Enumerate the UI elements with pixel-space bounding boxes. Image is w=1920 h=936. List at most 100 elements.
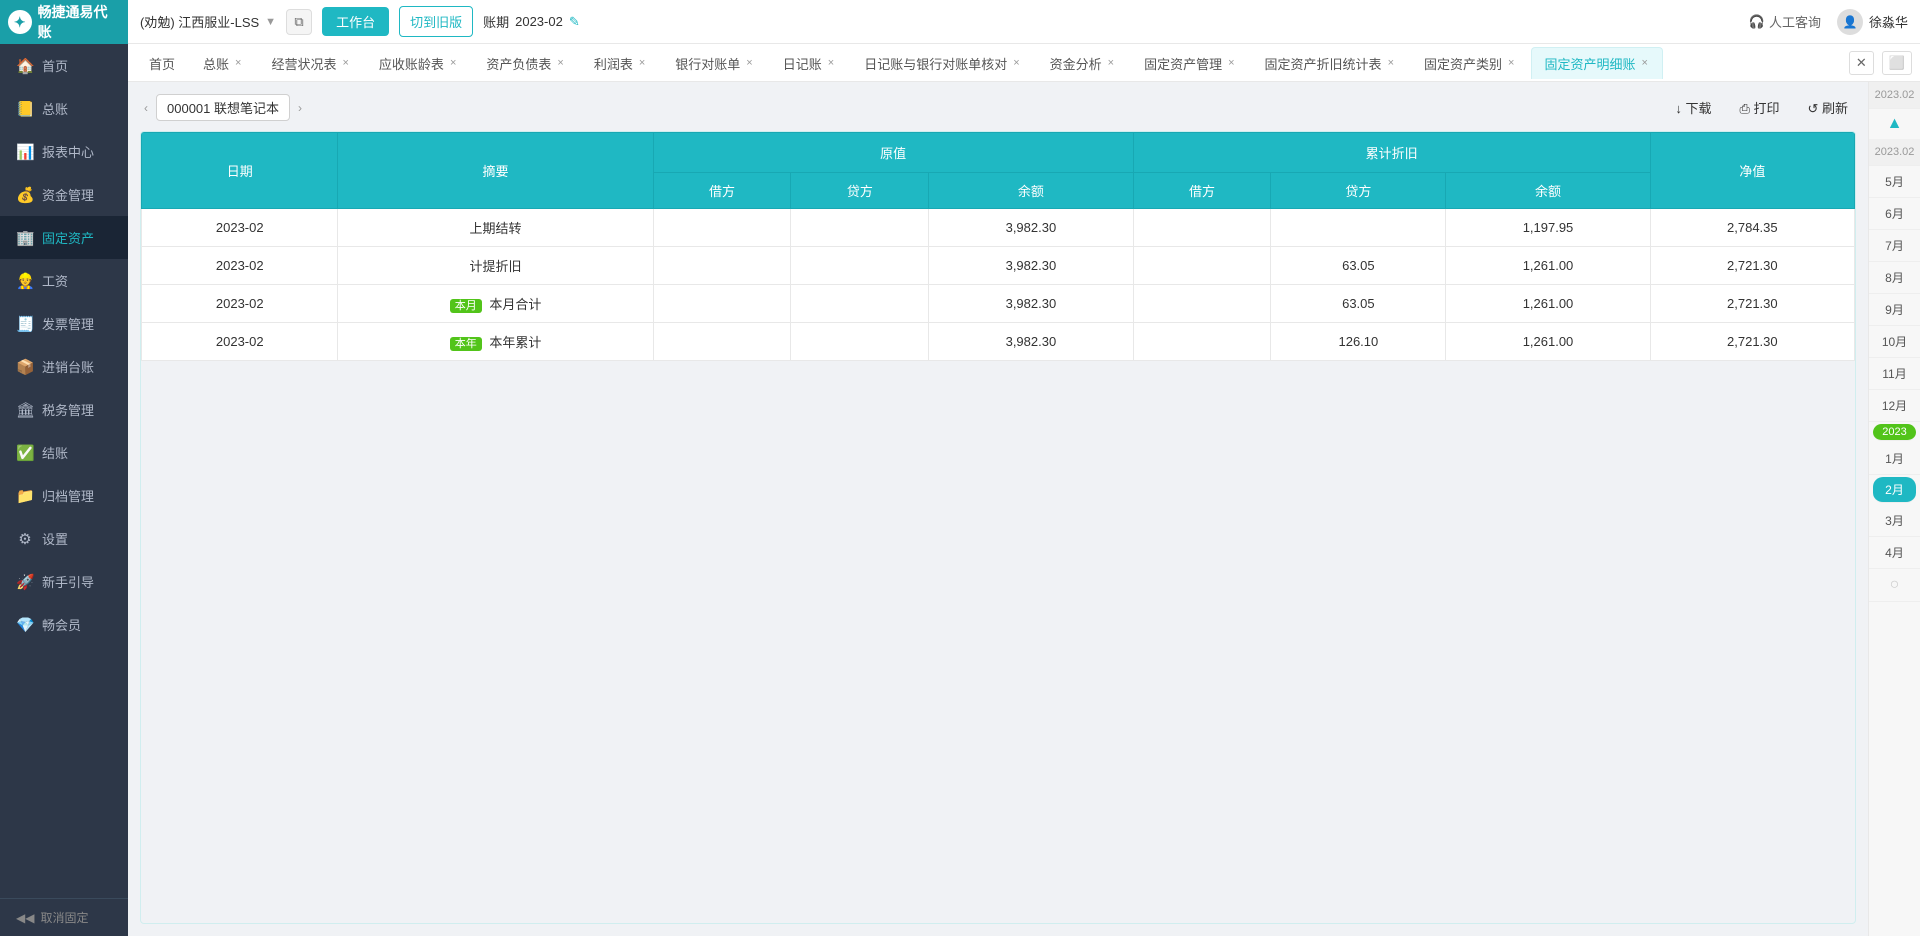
row4-acc-credit: 126.10 (1271, 323, 1446, 361)
date-panel-month-8[interactable]: 8月 (1869, 262, 1920, 294)
tab-bank-label: 银行对账单 (675, 54, 740, 73)
sidebar-label-ledger: 总账 (42, 99, 68, 118)
tab-fixed-stats-close[interactable]: × (1386, 57, 1396, 69)
tab-bank-close[interactable]: × (744, 57, 754, 69)
tab-ledger[interactable]: 总账 × (190, 47, 256, 79)
maximize-button[interactable]: ⬜ (1882, 51, 1912, 75)
purchase-icon: 📦 (16, 358, 34, 376)
date-panel-month-1[interactable]: 1月 (1869, 443, 1920, 475)
date-panel-month-7[interactable]: 7月 (1869, 230, 1920, 262)
tab-fixed-stats[interactable]: 固定资产折旧统计表 × (1252, 47, 1409, 79)
tab-fixed-category-label: 固定资产类别 (1424, 54, 1502, 73)
sidebar-item-archive[interactable]: 📁 归档管理 (0, 474, 128, 517)
sidebar-item-vip[interactable]: 💎 畅会员 (0, 603, 128, 646)
tab-journal-close[interactable]: × (826, 57, 836, 69)
row4-acc-debit (1133, 323, 1271, 361)
tab-profit[interactable]: 利润表 × (581, 47, 660, 79)
sidebar-item-invoice[interactable]: 🧾 发票管理 (0, 302, 128, 345)
tab-balance-close[interactable]: × (555, 57, 565, 69)
row2-acc-credit: 63.05 (1271, 247, 1446, 285)
service-button[interactable]: 🎧 人工客询 (1749, 12, 1821, 31)
sidebar: ✦ 畅捷通易代账 🏠 首页 📒 总账 📊 报表中心 💰 资金管理 🏢 固定资产 … (0, 0, 128, 936)
sidebar-item-ledger[interactable]: 📒 总账 (0, 87, 128, 130)
sidebar-label-salary: 工资 (42, 271, 68, 290)
sidebar-item-purchase[interactable]: 📦 进销台账 (0, 345, 128, 388)
date-panel-year-badge-2023: 2023 (1873, 424, 1916, 441)
ledger-icon: 📒 (16, 100, 34, 118)
tab-receivable[interactable]: 应收账龄表 × (366, 47, 471, 79)
tab-receivable-label: 应收账龄表 (379, 54, 444, 73)
tab-fixed-mgmt-close[interactable]: × (1226, 57, 1236, 69)
toolbar-right: ↓ 下载 ⎙ 打印 ↺ 刷新 (1667, 94, 1856, 121)
row4-orig-debit (653, 323, 791, 361)
date-panel-month-3[interactable]: 3月 (1869, 505, 1920, 537)
tabbar-actions: ✕ ⬜ (1849, 51, 1912, 75)
period-label: 账期 2023-02 ✎ (483, 12, 580, 31)
sidebar-item-guide[interactable]: 🚀 新手引导 (0, 560, 128, 603)
date-panel-month-6[interactable]: 6月 (1869, 198, 1920, 230)
tab-fixed-detail-close[interactable]: × (1639, 57, 1649, 69)
tab-capital-analysis-close[interactable]: × (1106, 57, 1116, 69)
print-button[interactable]: ⎙ 打印 (1731, 94, 1787, 121)
tab-capital-analysis[interactable]: 资金分析 × (1037, 47, 1129, 79)
sidebar-label-tax: 税务管理 (42, 400, 94, 419)
tab-reconcile-close[interactable]: × (1011, 57, 1021, 69)
company-name: (劝勉) 江西服业-LSS (140, 12, 259, 31)
sidebar-label-fixed: 固定资产 (42, 228, 94, 247)
next-arrow[interactable]: › (294, 99, 306, 117)
date-panel-month-12[interactable]: 12月 (1869, 390, 1920, 422)
date-panel-month-5[interactable]: 5月 (1869, 166, 1920, 198)
refresh-button[interactable]: ↺ 刷新 (1799, 94, 1856, 121)
row1-orig-balance: 3,982.30 (929, 209, 1133, 247)
tab-fixed-category[interactable]: 固定资产类别 × (1411, 47, 1529, 79)
tab-journal[interactable]: 日记账 × (770, 47, 849, 79)
tab-receivable-close[interactable]: × (448, 57, 458, 69)
row1-orig-credit (791, 209, 929, 247)
tab-balance[interactable]: 资产负债表 × (473, 47, 578, 79)
tab-fixed-mgmt[interactable]: 固定资产管理 × (1131, 47, 1249, 79)
breadcrumb-item: 000001 联想笔记本 (156, 94, 290, 121)
main-panel: ‹ 000001 联想笔记本 › ↓ 下载 ⎙ 打印 ↺ 刷新 日期 摘要 (128, 82, 1868, 936)
copy-button[interactable]: ⧉ (286, 9, 312, 35)
download-button[interactable]: ↓ 下载 (1667, 94, 1719, 121)
sidebar-item-tax[interactable]: 🏛 税务管理 (0, 388, 128, 431)
close-all-button[interactable]: ✕ (1849, 51, 1874, 75)
tab-fixed-mgmt-label: 固定资产管理 (1144, 54, 1222, 73)
tab-fixed-category-close[interactable]: × (1506, 57, 1516, 69)
workbench-button[interactable]: 工作台 (322, 7, 389, 36)
table-row: 2023-02 本月 本月合计 3,982.30 63.05 1,261.00 (142, 285, 1855, 323)
date-panel-month-9[interactable]: 9月 (1869, 294, 1920, 326)
period-edit-icon[interactable]: ✎ (569, 14, 580, 30)
sidebar-item-salary[interactable]: 👷 工资 (0, 259, 128, 302)
row3-acc-debit (1133, 285, 1271, 323)
date-panel-month-11[interactable]: 11月 (1869, 358, 1920, 390)
date-panel-month-2[interactable]: 2月 (1873, 477, 1916, 503)
tab-fixed-stats-label: 固定资产折旧统计表 (1265, 54, 1382, 73)
scroll-up-button[interactable]: ▲ (1869, 109, 1920, 139)
date-panel-month-10[interactable]: 10月 (1869, 326, 1920, 358)
company-selector[interactable]: (劝勉) 江西服业-LSS ▼ (140, 12, 276, 31)
sidebar-item-capital[interactable]: 💰 资金管理 (0, 173, 128, 216)
sidebar-item-settings[interactable]: ⚙ 设置 (0, 517, 128, 560)
tab-bank[interactable]: 银行对账单 × (662, 47, 767, 79)
sidebar-footer-unpin[interactable]: ◀◀ 取消固定 (0, 898, 128, 936)
tab-home-label: 首页 (149, 54, 175, 73)
tab-home[interactable]: 首页 (136, 47, 188, 79)
tab-reconcile[interactable]: 日记账与银行对账单核对 × (851, 47, 1034, 79)
prev-arrow[interactable]: ‹ (140, 99, 152, 117)
date-panel-month-4[interactable]: 4月 (1869, 537, 1920, 569)
sidebar-item-home[interactable]: 🏠 首页 (0, 44, 128, 87)
sidebar-item-settle[interactable]: ✅ 结账 (0, 431, 128, 474)
scroll-down-placeholder: ○ (1869, 569, 1920, 602)
app-title: 畅捷通易代账 (38, 2, 120, 42)
tab-business[interactable]: 经营状况表 × (258, 47, 363, 79)
sidebar-item-fixed[interactable]: 🏢 固定资产 (0, 216, 128, 259)
sidebar-label-archive: 归档管理 (42, 486, 94, 505)
tab-business-close[interactable]: × (340, 57, 350, 69)
old-version-button[interactable]: 切到旧版 (399, 6, 473, 37)
tab-ledger-close[interactable]: × (233, 57, 243, 69)
sidebar-item-report[interactable]: 📊 报表中心 (0, 130, 128, 173)
tab-fixed-detail[interactable]: 固定资产明细账 × (1531, 47, 1662, 79)
user-menu[interactable]: 👤 徐淼华 (1837, 9, 1908, 35)
tab-profit-close[interactable]: × (637, 57, 647, 69)
